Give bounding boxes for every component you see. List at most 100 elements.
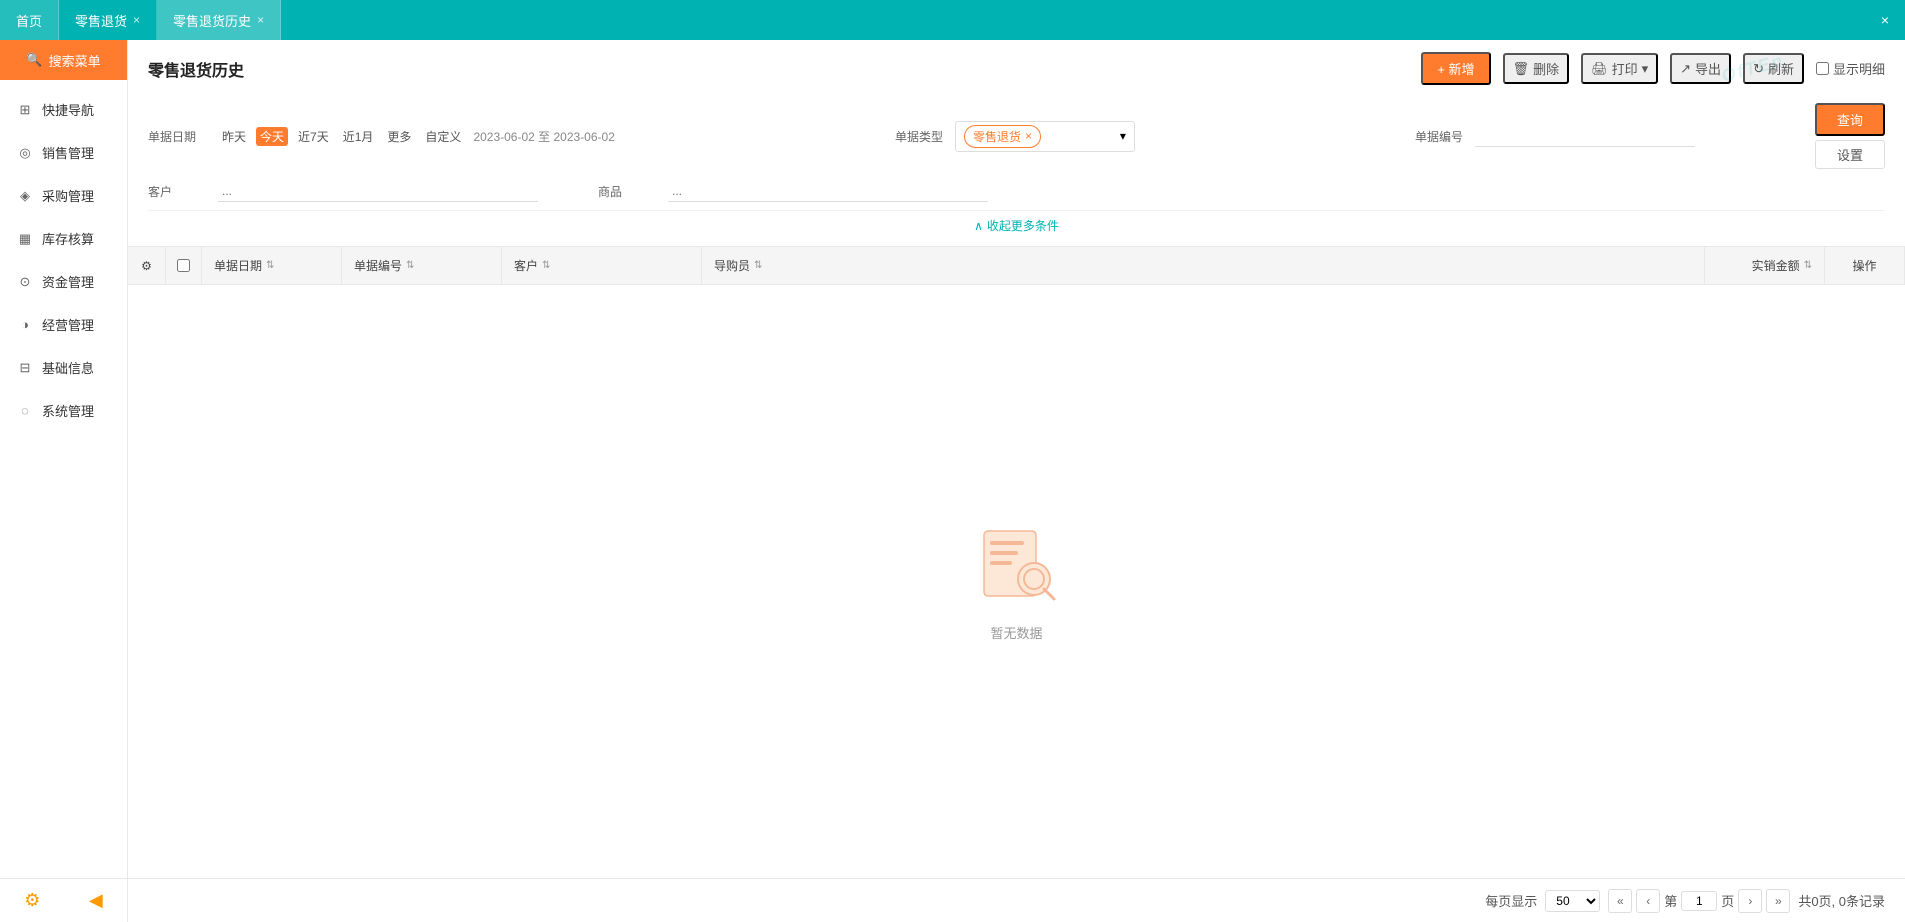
select-all-checkbox[interactable]: [177, 259, 190, 272]
query-button[interactable]: 查询: [1815, 103, 1885, 136]
tab-retail-return[interactable]: 零售退货 ×: [59, 0, 157, 40]
next-page-btn[interactable]: ›: [1738, 889, 1762, 913]
date-range-display: 2023-06-02 至 2023-06-02: [473, 128, 614, 145]
print-button[interactable]: 🖨 打印 ▾: [1581, 53, 1658, 84]
sidebar-footer: ⚙ ◀: [0, 878, 127, 922]
sidebar-item-sales-label: 销售管理: [42, 143, 94, 162]
date-filter-label: 单据日期: [148, 128, 218, 145]
tab-retail-return-history[interactable]: 零售退货历史 ×: [157, 0, 281, 40]
guide-sort-icon: ⇅: [754, 260, 762, 271]
tab-retail-return-history-close[interactable]: ×: [257, 13, 264, 27]
system-icon: ◌: [16, 402, 34, 420]
tab-retail-return-label: 零售退货: [75, 11, 127, 30]
top-bar-close[interactable]: ×: [1881, 12, 1905, 28]
sidebar-item-purchase[interactable]: ◈ 采购管理: [0, 174, 127, 217]
type-dropdown[interactable]: 零售退货 × ▾: [955, 121, 1135, 152]
goods-filter-input[interactable]: [668, 181, 988, 202]
page-prefix: 第: [1664, 891, 1677, 910]
filter-area: 单据日期 昨天 今天 近7天 近1月 更多 自定义 2023-06-02 至 2…: [148, 97, 1885, 246]
per-page-label: 每页显示: [1485, 891, 1537, 910]
th-customer[interactable]: 客户 ⇅: [502, 247, 702, 284]
print-icon: 🖨: [1591, 61, 1608, 77]
show-detail-checkbox-label[interactable]: 显示明细: [1816, 59, 1885, 78]
tab-home[interactable]: 首页: [0, 0, 59, 40]
customer-filter-input[interactable]: [218, 181, 538, 202]
sidebar-item-quicknav[interactable]: ⊞ 快捷导航: [0, 88, 127, 131]
collapse-button[interactable]: ∧ 收起更多条件: [148, 213, 1885, 238]
total-label: 共0页, 0条记录: [1798, 891, 1885, 910]
table-header: ⚙ 单据日期 ⇅ 单据编号 ⇅ 客户 ⇅ 导购员: [128, 247, 1905, 285]
page-input[interactable]: [1681, 891, 1717, 911]
th-number-label: 单据编号: [354, 257, 402, 274]
export-button[interactable]: ↗ 导出: [1670, 53, 1731, 84]
refresh-button[interactable]: ↻ 刷新: [1743, 53, 1804, 84]
operations-icon: ◑: [16, 316, 34, 334]
top-bar: 首页 零售退货 × 零售退货历史 × ×: [0, 0, 1905, 40]
th-guide-label: 导购员: [714, 257, 750, 274]
settings-col-icon: ⚙: [141, 259, 152, 273]
th-date[interactable]: 单据日期 ⇅: [202, 247, 342, 284]
customer-sort-icon: ⇅: [542, 260, 550, 271]
first-page-btn[interactable]: «: [1608, 889, 1632, 913]
number-filter-input[interactable]: [1475, 126, 1695, 147]
sidebar-item-inventory[interactable]: ▦ 库存核算: [0, 217, 127, 260]
sidebar-item-operations[interactable]: ◑ 经营管理: [0, 303, 127, 346]
sidebar-item-basicinfo[interactable]: ⊟ 基础信息: [0, 346, 127, 389]
th-action: 操作: [1825, 247, 1905, 284]
sidebar-search-label: 搜索菜单: [49, 51, 101, 70]
prev-page-btn[interactable]: ‹: [1636, 889, 1660, 913]
sidebar-item-system[interactable]: ◌ 系统管理: [0, 389, 127, 432]
th-checkbox[interactable]: [166, 247, 202, 284]
date-opt-1month[interactable]: 近1月: [339, 127, 378, 146]
export-icon: ↗: [1680, 61, 1691, 77]
sidebar-item-sales[interactable]: ◎ 销售管理: [0, 131, 127, 174]
th-action-label: 操作: [1852, 257, 1876, 274]
purchase-icon: ◈: [16, 187, 34, 205]
date-opt-7days[interactable]: 近7天: [294, 127, 333, 146]
th-customer-label: 客户: [514, 257, 538, 274]
settings-button[interactable]: 设置: [1815, 140, 1885, 169]
print-dropdown-icon: ▾: [1642, 61, 1649, 77]
last-page-btn[interactable]: »: [1766, 889, 1790, 913]
tab-retail-return-close[interactable]: ×: [133, 13, 140, 27]
customer-filter-label: 客户: [148, 183, 218, 200]
sidebar-item-finance[interactable]: ⊙ 资金管理: [0, 260, 127, 303]
sidebar-menu: ⊞ 快捷导航 ◎ 销售管理 ◈ 采购管理 ▦ 库存核算 ⊙ 资金管理 ◑ 经营管…: [0, 80, 127, 878]
type-dropdown-icon: ▾: [1120, 129, 1126, 143]
quicknav-icon: ⊞: [16, 101, 34, 119]
inventory-icon: ▦: [16, 230, 34, 248]
date-options: 昨天 今天 近7天 近1月 更多 自定义: [218, 127, 465, 146]
sidebar-item-operations-label: 经营管理: [42, 315, 94, 334]
amount-sort-icon: ⇅: [1804, 260, 1812, 271]
date-opt-more[interactable]: 更多: [383, 127, 415, 146]
add-button[interactable]: + 新增: [1421, 52, 1490, 85]
sidebar-settings-btn[interactable]: ⚙: [24, 890, 40, 911]
page-title: 零售退货历史: [148, 57, 244, 81]
date-opt-yesterday[interactable]: 昨天: [218, 127, 250, 146]
th-number[interactable]: 单据编号 ⇅: [342, 247, 502, 284]
type-tag-close[interactable]: ×: [1025, 129, 1032, 143]
th-amount[interactable]: 实销金额 ⇅: [1705, 247, 1825, 284]
sidebar-item-system-label: 系统管理: [42, 401, 94, 420]
filter-row-1: 单据日期 昨天 今天 近7天 近1月 更多 自定义 2023-06-02 至 2…: [148, 97, 1885, 175]
per-page-select[interactable]: 10 20 50 100: [1545, 890, 1600, 912]
sidebar-search[interactable]: 🔍 搜索菜单: [0, 40, 127, 80]
filter-row-2: 客户 商品: [148, 175, 1885, 208]
delete-button[interactable]: 🗑 删除: [1503, 53, 1570, 84]
goods-filter-label: 商品: [598, 183, 668, 200]
sidebar-toggle-btn[interactable]: ◀: [89, 890, 103, 911]
finance-icon: ⊙: [16, 273, 34, 291]
empty-state: 暂无数据: [128, 285, 1905, 878]
page-nav: « ‹ 第 页 › »: [1608, 889, 1790, 913]
th-settings[interactable]: ⚙: [128, 247, 166, 284]
th-date-label: 单据日期: [214, 257, 262, 274]
sidebar: 🔍 搜索菜单 ⊞ 快捷导航 ◎ 销售管理 ◈ 采购管理 ▦ 库存核算 ⊙ 资金管: [0, 40, 128, 922]
date-opt-custom[interactable]: 自定义: [421, 127, 465, 146]
pagination: 每页显示 10 20 50 100 « ‹ 第 页 › » 共0页, 0条记录: [128, 878, 1905, 922]
date-opt-today[interactable]: 今天: [256, 127, 288, 146]
type-tag: 零售退货 ×: [964, 125, 1041, 148]
show-detail-checkbox[interactable]: [1816, 62, 1829, 75]
th-guide[interactable]: 导购员 ⇅: [702, 247, 1705, 284]
refresh-icon: ↻: [1753, 61, 1764, 77]
main-layout: 🔍 搜索菜单 ⊞ 快捷导航 ◎ 销售管理 ◈ 采购管理 ▦ 库存核算 ⊙ 资金管: [0, 40, 1905, 922]
